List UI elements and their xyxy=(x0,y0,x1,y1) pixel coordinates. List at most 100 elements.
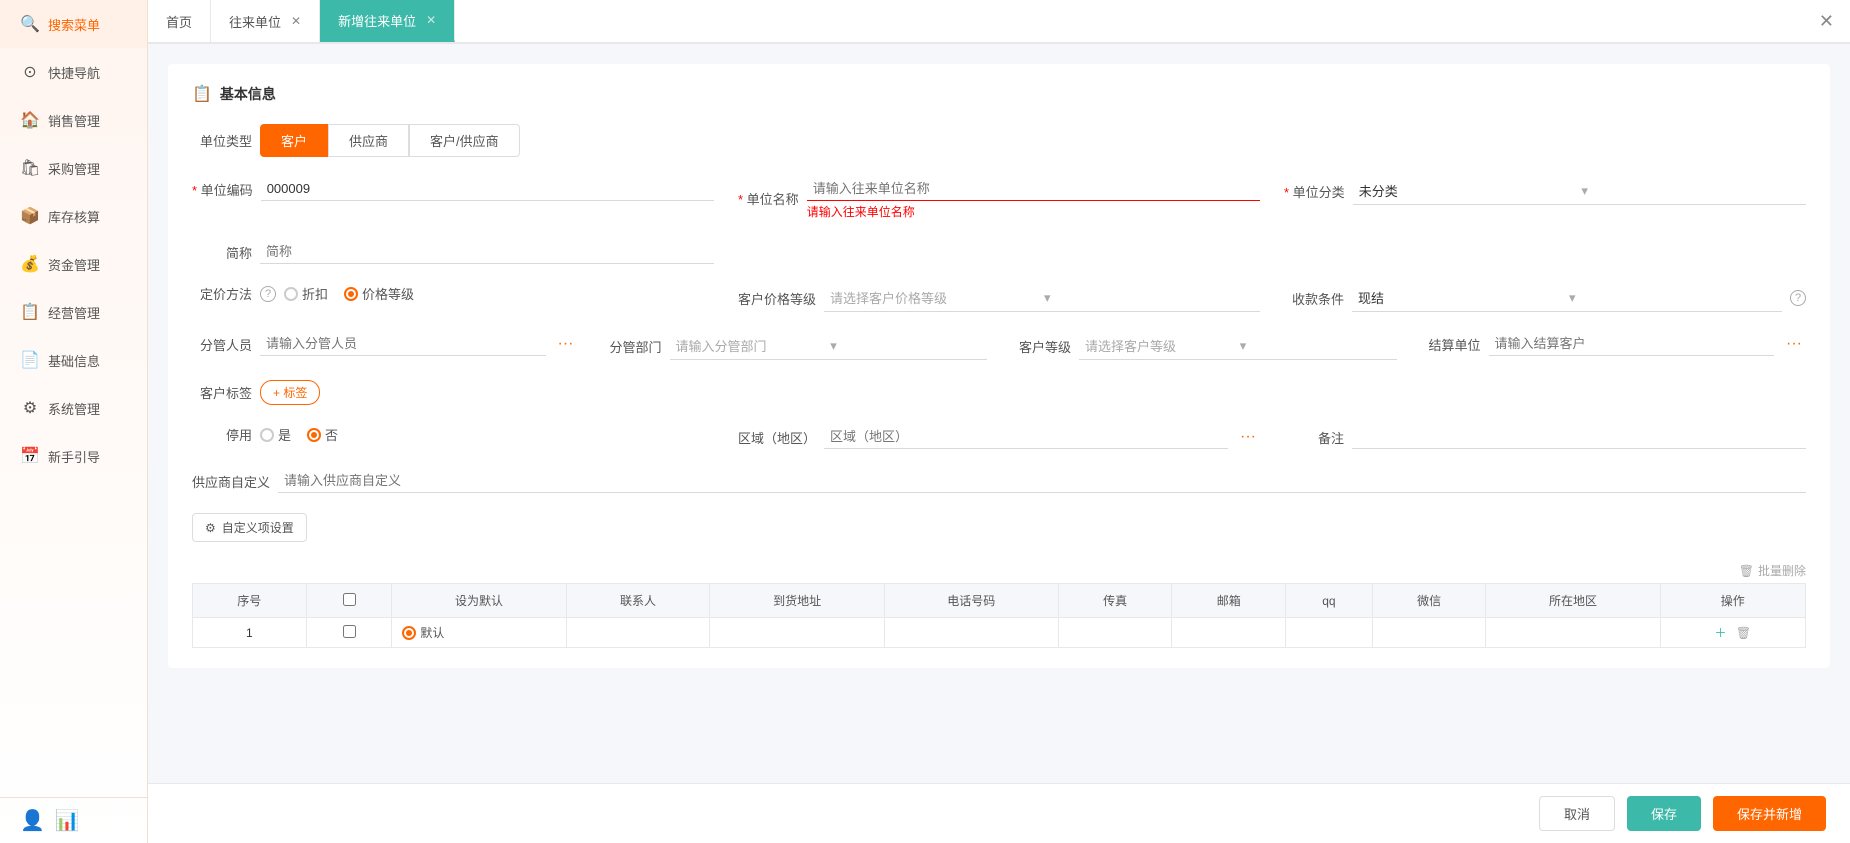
settlement-input[interactable] xyxy=(1489,332,1775,356)
add-tag-button[interactable]: + 标签 xyxy=(260,380,320,405)
remark-input[interactable] xyxy=(1352,425,1806,449)
area-input[interactable] xyxy=(824,425,1228,449)
sidebar-item-quick-nav[interactable]: ⊙ 快捷导航 xyxy=(0,48,147,96)
tab-partner-close[interactable]: ✕ xyxy=(291,14,301,28)
sidebar-item-sales[interactable]: 🏠 销售管理 xyxy=(0,96,147,144)
pricing-row: 定价方法 ? 折扣 价格等级 客户价格等级 xyxy=(192,284,1806,312)
tag-label: 客户标签 xyxy=(192,383,252,402)
payment-select[interactable]: 现结 ▾ xyxy=(1352,284,1782,312)
tab-home[interactable]: 首页 xyxy=(148,0,211,42)
unit-category-group: 单位分类 未分类 ▾ xyxy=(1284,177,1806,205)
tab-new-partner-close[interactable]: ✕ xyxy=(426,13,436,27)
price-level-label: 价格等级 xyxy=(362,284,414,303)
chevron-down-icon: ▾ xyxy=(1581,183,1800,199)
sidebar-item-purchase[interactable]: 🛍 采购管理 xyxy=(0,144,147,192)
tab-new-partner-label: 新增往来单位 xyxy=(338,11,416,30)
type-btn-supplier[interactable]: 供应商 xyxy=(328,124,409,157)
unit-category-select[interactable]: 未分类 ▾ xyxy=(1353,177,1806,205)
batch-delete-icon: 🗑 xyxy=(1739,564,1754,578)
settlement-more-btn[interactable]: ··· xyxy=(1782,335,1806,353)
unit-type-label: 单位类型 xyxy=(192,131,252,150)
pricing-level-option[interactable]: 价格等级 xyxy=(344,284,414,303)
short-name-input[interactable] xyxy=(260,240,714,264)
type-buttons: 客户 供应商 客户/供应商 xyxy=(260,124,520,157)
pricing-help-icon[interactable]: ? xyxy=(260,286,276,302)
select-all-checkbox[interactable] xyxy=(343,593,356,606)
sidebar-item-operation[interactable]: 📋 经营管理 xyxy=(0,288,147,336)
row-select-checkbox[interactable] xyxy=(343,625,356,638)
payment-group: 收款条件 现结 ▾ ? xyxy=(1284,284,1806,312)
chevron-down-icon2: ▾ xyxy=(1044,290,1254,306)
search-icon: 🔍 xyxy=(20,14,40,34)
tab-partner[interactable]: 往来单位 ✕ xyxy=(211,0,320,42)
row-default-radio[interactable]: 默认 xyxy=(402,624,555,641)
sidebar-item-label: 库存核算 xyxy=(48,207,100,226)
custom-setting-button[interactable]: ⚙ 自定义项设置 xyxy=(192,513,307,542)
sidebar-item-label: 销售管理 xyxy=(48,111,100,130)
sidebar-item-inventory[interactable]: 📦 库存核算 xyxy=(0,192,147,240)
sidebar-item-search[interactable]: 🔍 搜索菜单 xyxy=(0,0,147,48)
disable-no-radio xyxy=(307,428,321,442)
type-btn-both[interactable]: 客户/供应商 xyxy=(409,124,520,157)
tab-close-all[interactable]: ✕ xyxy=(1803,11,1850,32)
pricing-discount-option[interactable]: 折扣 xyxy=(284,284,328,303)
row-email xyxy=(1172,618,1286,648)
payment-value: 现结 xyxy=(1358,288,1565,307)
sidebar-item-system[interactable]: ⚙ 系统管理 xyxy=(0,384,147,432)
col-fax: 传真 xyxy=(1058,584,1172,618)
sidebar-item-finance[interactable]: 💰 资金管理 xyxy=(0,240,147,288)
area-group: 区域（地区） ··· xyxy=(738,425,1260,449)
dept-select[interactable]: 请输入分管部门 ▾ xyxy=(670,332,988,360)
tab-home-label: 首页 xyxy=(166,12,192,31)
manager-more-btn[interactable]: ··· xyxy=(554,335,578,353)
area-more-btn[interactable]: ··· xyxy=(1236,428,1260,446)
custom-setting-label: 自定义项设置 xyxy=(222,519,294,536)
disable-group: 停用 是 否 xyxy=(192,425,714,444)
manager-row: 分管人员 ··· 分管部门 请输入分管部门 ▾ 客户等级 请选择客户等级 ▾ xyxy=(192,332,1806,360)
footer: 取消 保存 保存并新增 xyxy=(148,783,1850,843)
type-btn-customer[interactable]: 客户 xyxy=(260,124,328,157)
cancel-button[interactable]: 取消 xyxy=(1539,796,1615,831)
tag-row: 客户标签 + 标签 xyxy=(192,380,1806,405)
save-button[interactable]: 保存 xyxy=(1627,796,1701,831)
col-qq: qq xyxy=(1286,584,1373,618)
customer-level-group: 客户等级 请选择客户等级 ▾ xyxy=(1011,332,1397,360)
main-area: 首页 往来单位 ✕ 新增往来单位 ✕ ✕ 📋 基本信息 单位类型 客户 xyxy=(148,0,1850,843)
payment-help-icon[interactable]: ? xyxy=(1790,290,1806,306)
unit-name-input[interactable] xyxy=(807,177,1260,201)
unit-code-label: 单位编码 xyxy=(192,180,253,199)
customer-price-select[interactable]: 请选择客户价格等级 ▾ xyxy=(824,284,1260,312)
supplier-custom-row: 供应商自定义 xyxy=(192,469,1806,493)
save-new-button[interactable]: 保存并新增 xyxy=(1713,796,1826,831)
tab-partner-label: 往来单位 xyxy=(229,12,281,31)
delete-row-btn[interactable]: 🗑 xyxy=(1736,626,1751,640)
contact-table: 序号 设为默认 联系人 到货地址 电话号码 传真 邮箱 qq 微信 所在地区 操… xyxy=(192,583,1806,648)
gear-icon: ⚙ xyxy=(205,521,216,535)
unit-code-input[interactable] xyxy=(261,177,714,201)
tab-new-partner[interactable]: 新增往来单位 ✕ xyxy=(320,0,455,42)
disable-no-option[interactable]: 否 xyxy=(307,425,338,444)
discount-radio xyxy=(284,287,298,301)
user-icon[interactable]: 👤 xyxy=(20,808,45,833)
supplier-custom-input[interactable] xyxy=(278,469,1806,493)
table-row: 1 默认 xyxy=(193,618,1806,648)
short-name-group: 简称 xyxy=(192,240,714,264)
sidebar-item-label: 基础信息 xyxy=(48,351,100,370)
sidebar-item-basic[interactable]: 📄 基础信息 xyxy=(0,336,147,384)
sales-icon: 🏠 xyxy=(20,110,40,130)
row-fax xyxy=(1058,618,1172,648)
section-title: 📋 基本信息 xyxy=(192,84,1806,104)
sidebar-item-label: 经营管理 xyxy=(48,303,100,322)
add-row-btn[interactable]: ＋ xyxy=(1715,626,1727,640)
customer-level-select[interactable]: 请选择客户等级 ▾ xyxy=(1079,332,1397,360)
row-no: 1 xyxy=(193,618,307,648)
batch-delete-label[interactable]: 批量删除 xyxy=(1758,562,1806,579)
sidebar-item-guide[interactable]: 📅 新手引导 xyxy=(0,432,147,480)
settlement-group: 结算单位 ··· xyxy=(1421,332,1807,356)
sidebar-bottom: 👤 📊 xyxy=(0,797,147,843)
manager-input[interactable] xyxy=(260,332,546,356)
unit-type-group: 单位类型 客户 供应商 客户/供应商 xyxy=(192,124,1806,157)
disable-yes-option[interactable]: 是 xyxy=(260,425,291,444)
chart-icon[interactable]: 📊 xyxy=(55,808,80,833)
col-region: 所在地区 xyxy=(1486,584,1660,618)
